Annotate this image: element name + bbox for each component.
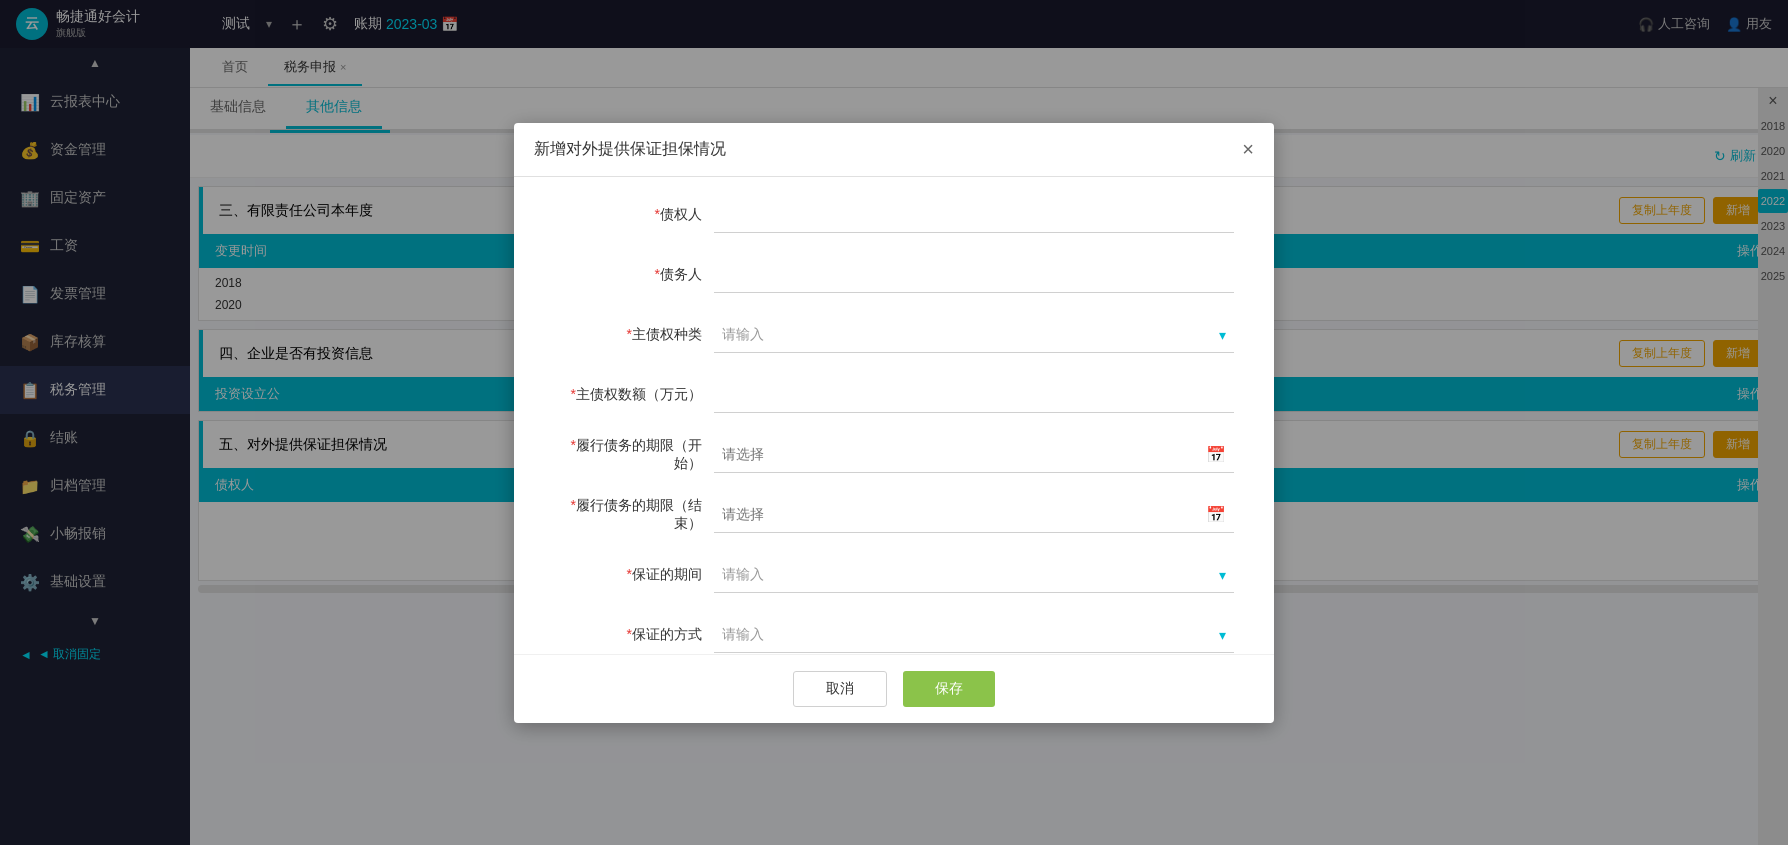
label-claim-type: *主债权种类 — [554, 326, 714, 344]
form-row-claim-type: *主债权种类 请输入 ▾ — [554, 317, 1234, 353]
select-guarantee-period[interactable]: 请输入 — [714, 557, 1234, 593]
input-debtor[interactable] — [714, 257, 1234, 293]
required-mark-claim-amount: * — [571, 386, 576, 402]
label-debt-start: *履行债务的期限（开始） — [554, 437, 714, 473]
dialog-overlay: 新增对外提供保证担保情况 × *债权人 *债务人 *主债权种类 — [0, 0, 1788, 845]
label-guarantee-method: *保证的方式 — [554, 626, 714, 644]
select-wrapper-guarantee-method: 请输入 ▾ — [714, 617, 1234, 653]
required-mark-debtor: * — [655, 266, 660, 282]
label-debtor: *债务人 — [554, 266, 714, 284]
dialog: 新增对外提供保证担保情况 × *债权人 *债务人 *主债权种类 — [514, 123, 1274, 723]
form-row-debt-end: *履行债务的期限（结束） 📅 — [554, 497, 1234, 533]
dialog-title: 新增对外提供保证担保情况 — [534, 139, 726, 160]
form-row-claim-amount: *主债权数额（万元） — [554, 377, 1234, 413]
label-creditor: *债权人 — [554, 206, 714, 224]
required-mark-debt-start: * — [571, 437, 576, 453]
label-guarantee-period: *保证的期间 — [554, 566, 714, 584]
label-claim-amount: *主债权数额（万元） — [554, 386, 714, 404]
dialog-footer: 取消 保存 — [514, 654, 1274, 723]
label-debt-end: *履行债务的期限（结束） — [554, 497, 714, 533]
input-debt-start[interactable] — [714, 437, 1234, 473]
input-claim-amount[interactable] — [714, 377, 1234, 413]
required-mark-guarantee-period: * — [627, 566, 632, 582]
dialog-close-btn[interactable]: × — [1242, 139, 1254, 159]
dialog-header: 新增对外提供保证担保情况 × — [514, 123, 1274, 177]
select-wrapper-claim-type: 请输入 ▾ — [714, 317, 1234, 353]
form-row-debt-start: *履行债务的期限（开始） 📅 — [554, 437, 1234, 473]
required-mark-creditor: * — [655, 206, 660, 222]
save-button[interactable]: 保存 — [903, 671, 995, 707]
form-row-guarantee-period: *保证的期间 请输入 ▾ — [554, 557, 1234, 593]
form-row-guarantee-method: *保证的方式 请输入 ▾ — [554, 617, 1234, 653]
cancel-button[interactable]: 取消 — [793, 671, 887, 707]
required-mark-guarantee-method: * — [627, 626, 632, 642]
form-row-creditor: *债权人 — [554, 197, 1234, 233]
date-wrapper-debt-end: 📅 — [714, 497, 1234, 533]
select-guarantee-method[interactable]: 请输入 — [714, 617, 1234, 653]
input-creditor[interactable] — [714, 197, 1234, 233]
input-debt-end[interactable] — [714, 497, 1234, 533]
select-claim-type[interactable]: 请输入 — [714, 317, 1234, 353]
date-wrapper-debt-start: 📅 — [714, 437, 1234, 473]
dialog-body: *债权人 *债务人 *主债权种类 请输入 — [514, 177, 1274, 654]
select-wrapper-guarantee-period: 请输入 ▾ — [714, 557, 1234, 593]
required-mark-claim-type: * — [627, 326, 632, 342]
required-mark-debt-end: * — [571, 497, 576, 513]
form-row-debtor: *债务人 — [554, 257, 1234, 293]
